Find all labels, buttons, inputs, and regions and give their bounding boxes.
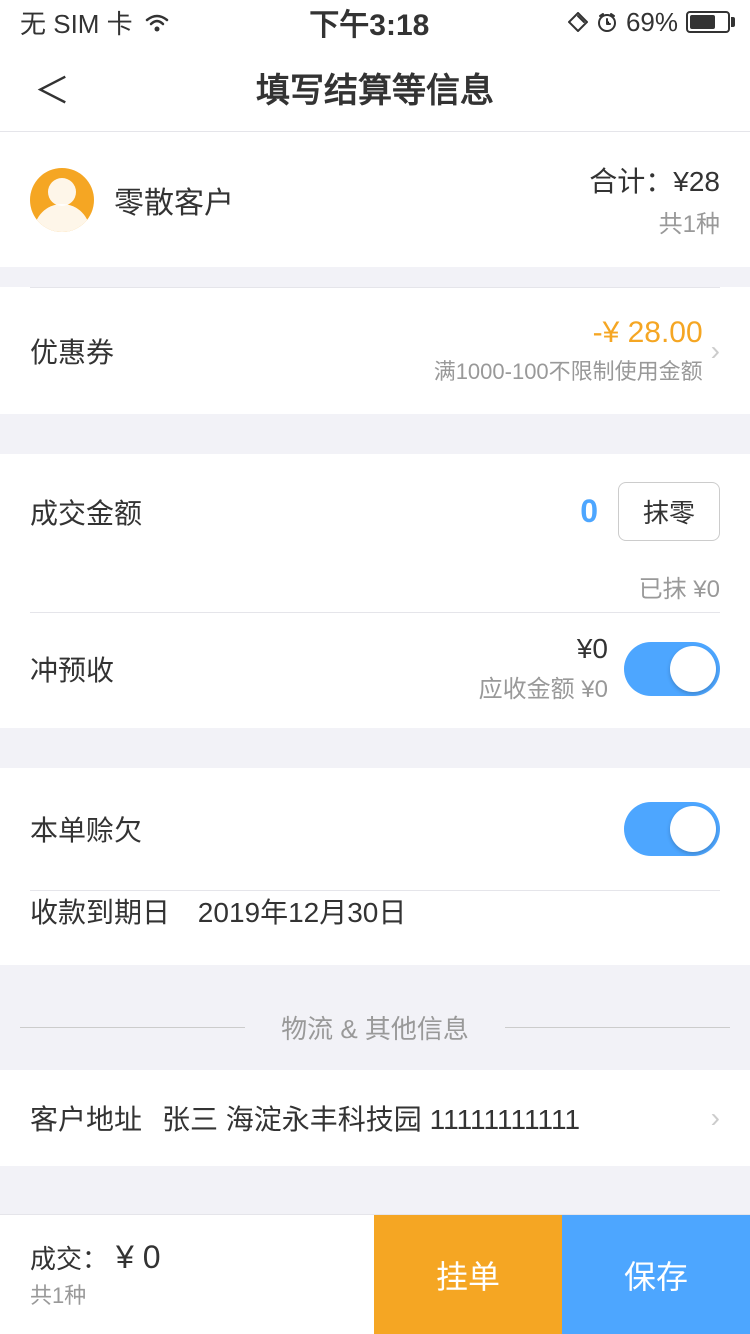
location-icon	[568, 12, 588, 32]
avatar	[30, 168, 94, 232]
address-chevron-icon: ›	[711, 1102, 720, 1134]
coupon-discount: -¥ 28.00	[434, 316, 703, 350]
bottom-buttons: 挂单 保存	[374, 1215, 750, 1334]
credit-row: 本单赊欠	[0, 768, 750, 890]
prepayment-right: ¥0 应收金额 ¥0	[479, 633, 720, 704]
bottom-info: 成交： ¥ 0 共1种	[0, 1215, 374, 1334]
status-right: 69%	[568, 7, 730, 38]
coupon-section: 优惠券 -¥ 28.00 满1000-100不限制使用金额 ›	[0, 287, 750, 414]
status-bar: 无 SIM 卡 下午3:18 69%	[0, 0, 750, 44]
battery-indicator	[686, 11, 730, 33]
toggle-thumb	[670, 646, 716, 692]
logistics-line-right	[505, 1027, 730, 1028]
customer-left: 零散客户	[30, 168, 234, 232]
chevron-right-icon: ›	[711, 335, 720, 367]
page-title: 填写结算等信息	[256, 63, 494, 112]
hold-button[interactable]: 挂单	[374, 1215, 562, 1334]
total-count: 共1种	[589, 204, 720, 239]
prepayment-toggle[interactable]	[624, 642, 720, 696]
back-button[interactable]: ＜	[24, 52, 80, 124]
address-row[interactable]: 客户地址 张三 海淀永丰科技园 11111111111 ›	[0, 1070, 750, 1166]
wifi-icon	[143, 12, 171, 32]
credit-label: 本单赊欠	[30, 809, 142, 849]
transaction-amount-input[interactable]	[518, 493, 598, 530]
customer-row: 零散客户 合计：¥28 共1种	[0, 132, 750, 267]
transaction-row: 成交金额 抹零	[0, 454, 750, 569]
section-gap-3	[0, 965, 750, 985]
coupon-right: -¥ 28.00 满1000-100不限制使用金额 ›	[434, 316, 720, 386]
bottom-bar: 成交： ¥ 0 共1种 挂单 保存	[0, 1214, 750, 1334]
round-button[interactable]: 抹零	[618, 482, 720, 541]
status-left: 无 SIM 卡	[20, 4, 171, 41]
nav-bar: ＜ 填写结算等信息	[0, 44, 750, 132]
prepayment-receivable: 应收金额 ¥0	[479, 669, 608, 704]
coupon-desc: 满1000-100不限制使用金额	[434, 354, 703, 386]
prepayment-amount: ¥0	[479, 633, 608, 665]
logistics-line-left	[20, 1027, 245, 1028]
total-amount: 合计：¥28	[589, 160, 720, 200]
address-label: 客户地址	[30, 1098, 142, 1138]
avatar-icon	[30, 168, 94, 232]
status-time: 下午3:18	[309, 0, 429, 44]
logistics-header: 物流 & 其他信息	[0, 985, 750, 1070]
customer-summary: 合计：¥28 共1种	[589, 160, 720, 239]
no-sim-text: 无 SIM 卡	[20, 4, 133, 41]
transaction-right: 抹零	[518, 482, 720, 541]
save-button[interactable]: 保存	[562, 1215, 750, 1334]
coupon-label: 优惠券	[30, 331, 114, 371]
due-date-row: 收款到期日 2019年12月30日	[0, 891, 750, 965]
transaction-label: 成交金额	[30, 492, 142, 532]
section-gap-2	[0, 728, 750, 748]
customer-name: 零散客户	[114, 178, 234, 222]
coupon-value: -¥ 28.00 满1000-100不限制使用金额	[434, 316, 703, 386]
coupon-row[interactable]: 优惠券 -¥ 28.00 满1000-100不限制使用金额 ›	[0, 288, 750, 414]
bottom-deal-label: 成交：	[30, 1239, 108, 1276]
due-date-value: 2019年12月30日	[198, 897, 407, 928]
logistics-label: 物流 & 其他信息	[281, 1009, 469, 1046]
customer-section: 零散客户 合计：¥28 共1种	[0, 132, 750, 267]
address-value: 张三 海淀永丰科技园 11111111111	[162, 1098, 711, 1138]
transaction-section: 成交金额 抹零 已抹 ¥0 冲预收 ¥0 应收金额 ¥0	[0, 454, 750, 728]
credit-toggle[interactable]	[624, 802, 720, 856]
credit-toggle-thumb	[670, 806, 716, 852]
bottom-deal-amount: ¥ 0	[116, 1239, 160, 1276]
bottom-deal-count: 共1种	[30, 1278, 344, 1310]
bottom-deal-row: 成交： ¥ 0	[30, 1239, 344, 1276]
credit-section: 本单赊欠 收款到期日 2019年12月30日	[0, 768, 750, 965]
prepayment-label: 冲预收	[30, 649, 114, 689]
prepayment-amounts: ¥0 应收金额 ¥0	[479, 633, 608, 704]
address-section: 客户地址 张三 海淀永丰科技园 11111111111 ›	[0, 1070, 750, 1166]
section-gap-1	[0, 434, 750, 454]
logistics-section: 物流 & 其他信息	[0, 985, 750, 1070]
battery-text: 69%	[626, 7, 678, 38]
due-date-label: 收款到期日	[30, 897, 170, 928]
alarm-icon	[596, 11, 618, 33]
already-rounded-text: 已抹 ¥0	[639, 576, 720, 603]
